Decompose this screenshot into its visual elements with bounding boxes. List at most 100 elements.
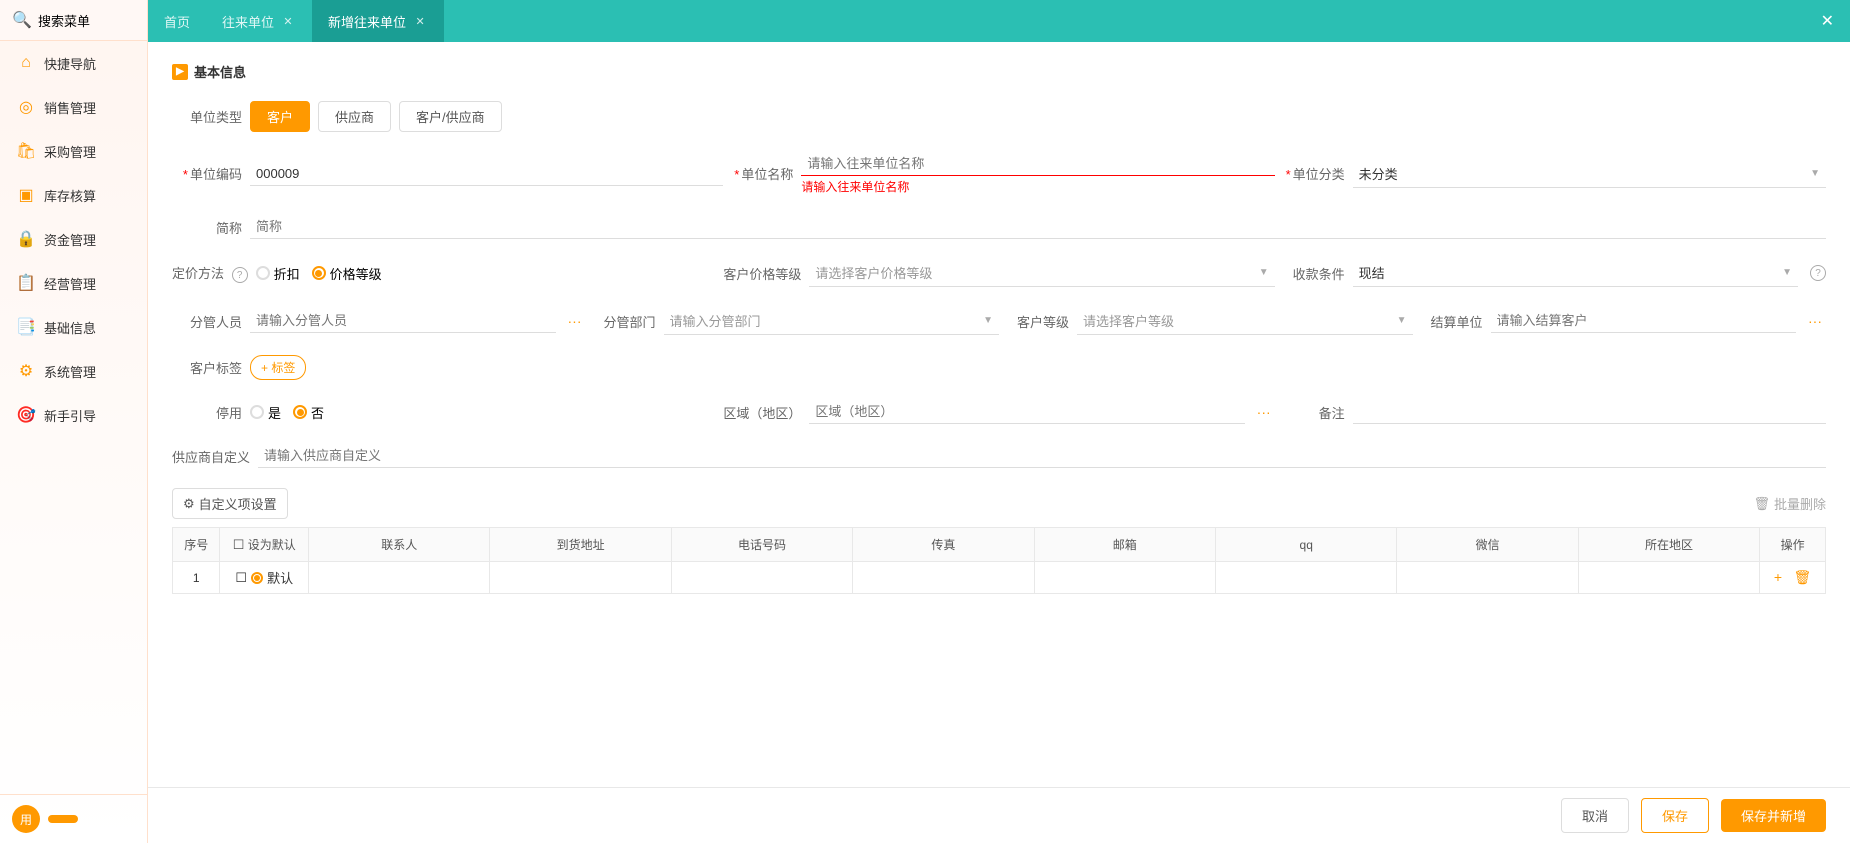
delete-row-button[interactable]: 🗑 [1789, 567, 1815, 587]
disable-radio-no[interactable]: 否 [293, 403, 324, 422]
tab-counterparty[interactable]: 往来单位 ✕ [206, 0, 312, 42]
unit-code-input[interactable] [250, 162, 723, 186]
unit-class-label: *单位分类 [1275, 164, 1345, 183]
table-body: 1 ☐ 默认 [173, 562, 1826, 594]
supplier-custom-input[interactable] [258, 444, 1826, 468]
disable-region-row: 停用 是 否 区域（地区） ··· [172, 400, 1826, 424]
department-arrow: ▼ [983, 315, 993, 326]
tab-new-counterparty-close[interactable]: ✕ [412, 13, 428, 29]
wechat-input[interactable] [1405, 571, 1569, 585]
sidebar-item-sales[interactable]: ◎ 销售管理 [0, 85, 147, 129]
sidebar-item-label: 快捷导航 [44, 54, 96, 73]
cancel-button[interactable]: 取消 [1561, 798, 1629, 833]
col-email: 邮箱 [1034, 528, 1215, 562]
customer-level-select[interactable]: 请选择客户等级 ▼ [1077, 307, 1413, 335]
region-input[interactable] [809, 400, 1244, 424]
sidebar-item-newbie[interactable]: 🎯 新手引导 [0, 393, 147, 437]
sidebar-item-system[interactable]: ⚙ 系统管理 [0, 349, 147, 393]
fax-input[interactable] [861, 571, 1025, 585]
manager-more-icon[interactable]: ··· [564, 313, 586, 329]
payment-condition-help[interactable]: ? [1810, 265, 1826, 281]
cell-email[interactable] [1034, 562, 1215, 594]
col-wechat: 微信 [1397, 528, 1578, 562]
table-toolbar: ⚙ 自定义项设置 🗑 批量删除 [172, 488, 1826, 519]
type-btn-customer[interactable]: 客户 [250, 101, 310, 132]
operations-icon: 📋 [16, 273, 36, 293]
short-name-input[interactable] [250, 215, 1826, 239]
pricing-level-label: 价格等级 [330, 264, 382, 283]
note-cell: 备注 [1275, 400, 1826, 424]
sidebar-bottom: 用 [0, 794, 147, 843]
contact-table: 序号 ☐ 设为默认 联系人 到货地址 电话号码 传真 邮箱 qq 微信 所在地区 [172, 527, 1826, 594]
department-placeholder: 请输入分管部门 [670, 311, 984, 330]
tab-counterparty-close[interactable]: ✕ [280, 13, 296, 29]
cell-address[interactable] [490, 562, 671, 594]
add-row-button[interactable]: + [1770, 567, 1786, 587]
qq-input[interactable] [1224, 571, 1388, 585]
code-name-class-row: *单位编码 *单位名称 请输入往来单位名称 *单位分类 未分类 [172, 152, 1826, 195]
note-input[interactable] [1353, 400, 1826, 424]
address-input[interactable] [498, 571, 662, 585]
sidebar-item-basics[interactable]: 📑 基础信息 [0, 305, 147, 349]
sidebar-item-quick-nav[interactable]: ⌂ 快捷导航 [0, 41, 147, 85]
sidebar-item-label: 采购管理 [44, 142, 96, 161]
unit-class-select[interactable]: 未分类 ▼ [1353, 160, 1826, 188]
tab-home[interactable]: 首页 [148, 0, 206, 42]
pricing-label: 定价方法 ? [172, 263, 248, 284]
pricing-radio-discount[interactable]: 折扣 [256, 264, 300, 283]
unit-name-label: *单位名称 [723, 164, 793, 183]
add-tag-button[interactable]: + 标签 [250, 355, 306, 380]
row-default-radio[interactable] [251, 572, 263, 584]
sidebar-item-purchase[interactable]: 🛍 采购管理 [0, 129, 147, 173]
cell-qq[interactable] [1216, 562, 1397, 594]
payment-condition-select[interactable]: 现结 ▼ [1353, 259, 1798, 287]
unit-class-value: 未分类 [1359, 164, 1810, 183]
disable-radio-yes[interactable]: 是 [250, 403, 281, 422]
custom-settings-button[interactable]: ⚙ 自定义项设置 [172, 488, 288, 519]
user-avatar: 用 [12, 805, 40, 833]
contact-input[interactable] [317, 571, 481, 585]
save-button[interactable]: 保存 [1641, 798, 1709, 833]
department-select[interactable]: 请输入分管部门 ▼ [664, 307, 1000, 335]
col-contact: 联系人 [309, 528, 490, 562]
sidebar-item-label: 资金管理 [44, 230, 96, 249]
department-label: 分管部门 [586, 312, 656, 331]
footer-bar: 取消 保存 保存并新增 [148, 787, 1850, 843]
email-input[interactable] [1043, 571, 1207, 585]
disable-yes-label: 是 [268, 403, 281, 422]
cell-contact[interactable] [309, 562, 490, 594]
settlement-input[interactable] [1491, 309, 1797, 333]
payment-condition-value: 现结 [1359, 263, 1782, 282]
cell-phone[interactable] [671, 562, 852, 594]
main-content: 首页 往来单位 ✕ 新增往来单位 ✕ ✕ ▶ 基本信息 单位类型 客户 供应商 [148, 0, 1850, 843]
region-input-table[interactable] [1587, 571, 1751, 585]
short-name-row: 简称 [172, 215, 1826, 239]
manager-input[interactable] [250, 309, 556, 333]
sidebar-item-finance[interactable]: 🔒 资金管理 [0, 217, 147, 261]
customer-price-level-cell: 客户价格等级 请选择客户价格等级 ▼ [723, 259, 1274, 287]
col-seq: 序号 [173, 528, 220, 562]
payment-condition-label: 收款条件 [1275, 264, 1345, 283]
search-menu[interactable]: 🔍 搜索菜单 [0, 0, 147, 41]
tab-new-counterparty[interactable]: 新增往来单位 ✕ [312, 0, 444, 42]
batch-delete-button[interactable]: 🗑 批量删除 [1753, 494, 1826, 513]
sales-icon: ◎ [16, 97, 36, 117]
settlement-more-icon[interactable]: ··· [1804, 313, 1826, 329]
region-more-icon[interactable]: ··· [1253, 404, 1275, 420]
cell-wechat[interactable] [1397, 562, 1578, 594]
sidebar-item-inventory[interactable]: ▣ 库存核算 [0, 173, 147, 217]
phone-input[interactable] [680, 571, 844, 585]
type-btn-supplier[interactable]: 供应商 [318, 101, 391, 132]
type-btn-both[interactable]: 客户/供应商 [399, 101, 502, 132]
save-new-button[interactable]: 保存并新增 [1721, 799, 1826, 832]
window-close-button[interactable]: ✕ [1805, 11, 1850, 31]
sidebar-item-operations[interactable]: 📋 经营管理 [0, 261, 147, 305]
cell-fax[interactable] [853, 562, 1034, 594]
region-cell: 区域（地区） ··· [723, 400, 1274, 424]
cell-region[interactable] [1578, 562, 1759, 594]
sidebar-item-label: 经营管理 [44, 274, 96, 293]
pricing-help-icon[interactable]: ? [232, 267, 248, 283]
customer-price-level-select[interactable]: 请选择客户价格等级 ▼ [809, 259, 1274, 287]
pricing-radio-level[interactable]: 价格等级 [312, 264, 382, 283]
unit-name-input[interactable] [801, 152, 1274, 176]
